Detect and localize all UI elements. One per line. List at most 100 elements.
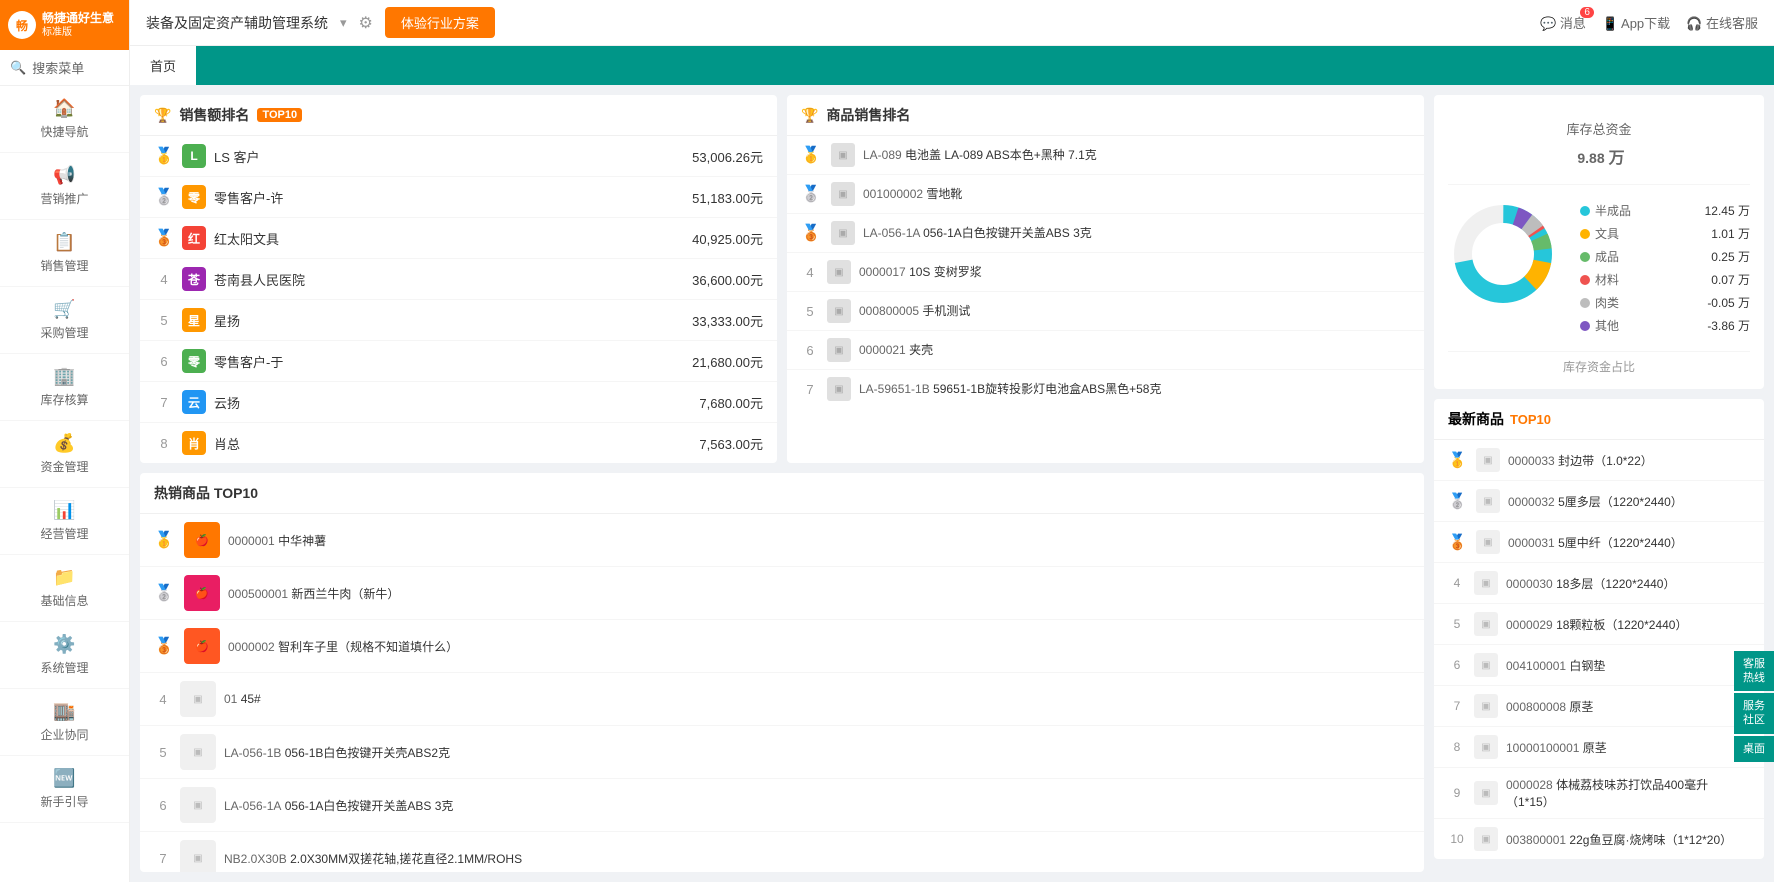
rank-number: 8 <box>154 436 174 451</box>
hot-product-info: 000500001 新西兰牛肉（新牛） <box>228 585 1410 602</box>
legend-label: 肉类 <box>1595 294 1619 311</box>
ranking-row: 8肖肖总7,563.00元 <box>140 423 777 463</box>
sidebar-item-quick-nav[interactable]: 🏠快捷导航 <box>0 86 129 153</box>
new-product-info: 0000029 18颗粒板（1220*2440） <box>1506 616 1750 633</box>
topbar-title: 装备及固定资产辅助管理系统 <box>146 13 328 33</box>
sidebar-icon-purchase: 🛒 <box>53 299 75 320</box>
topbar-gear[interactable]: ⚙ <box>359 13 373 33</box>
desktop-btn[interactable]: 桌面 <box>1734 736 1774 762</box>
donut-chart <box>1448 199 1568 319</box>
logo-icon: 畅 <box>8 11 36 39</box>
trial-btn[interactable]: 体验行业方案 <box>385 7 495 38</box>
sidebar-item-stock[interactable]: 🏢库存核算 <box>0 354 129 421</box>
newest-top-label: TOP10 <box>1510 412 1551 427</box>
legend-label: 材料 <box>1595 271 1619 288</box>
sidebar-icon-system: ⚙️ <box>53 634 75 655</box>
legend-item: 其他-3.86 万 <box>1580 314 1750 337</box>
stock-title: 库存总资金 <box>1448 119 1750 138</box>
rank-number: 5 <box>154 313 174 328</box>
sidebar-item-sales[interactable]: 📋销售管理 <box>0 220 129 287</box>
new-product-img: ▣ <box>1474 827 1498 851</box>
newest-title: 最新商品 <box>1448 409 1504 429</box>
rank-number: 6 <box>154 354 174 369</box>
product-thumbnail: 🍎 <box>184 575 220 611</box>
stock-total: 库存总资金 9.88万 <box>1448 109 1750 185</box>
sidebar-logo: 畅 畅捷通好生意 标准版 <box>0 0 129 50</box>
product-ranking-header: 🏆 商品销售排名 <box>787 95 1424 136</box>
trophy-icon: 🏆 <box>801 107 818 124</box>
sidebar-icon-corp: 🏬 <box>53 701 75 722</box>
sidebar-icon-marketing: 📢 <box>53 165 75 186</box>
rank-amount: 7,680.00元 <box>699 393 763 412</box>
message-btn[interactable]: 💬 消息 6 <box>1540 13 1586 32</box>
ranking-row: 4苍苍南县人民医院36,600.00元 <box>140 259 777 300</box>
product-row: 5▣000800005 手机测试 <box>787 292 1424 331</box>
hot-product-row: 7▣NB2.0X30B 2.0X30MM双搓花轴,搓花直径2.1MM/ROHS <box>140 832 1424 872</box>
rank-number: 5 <box>154 745 172 760</box>
customer-service-btn[interactable]: 客服热线 <box>1734 651 1774 692</box>
rank-number: 6 <box>801 343 819 358</box>
online-service-btn[interactable]: 🎧 在线客服 <box>1686 13 1758 32</box>
sidebar-item-marketing[interactable]: 📢营销推广 <box>0 153 129 220</box>
sidebar-label-guide: 新手引导 <box>40 793 88 810</box>
new-product-info: 004100001 白钢垫 <box>1506 657 1750 674</box>
rank-amount: 53,006.26元 <box>692 147 763 166</box>
rank-number: 9 <box>1448 786 1466 800</box>
sidebar-item-finance[interactable]: 💰资金管理 <box>0 421 129 488</box>
legend-label: 文具 <box>1595 225 1619 242</box>
legend-dot <box>1580 321 1590 331</box>
rank-number: 5 <box>1448 617 1466 631</box>
medal-icon: 🥈 <box>801 184 823 204</box>
hot-product-row: 6 ▣ LA-056-1A 056-1A白色按键开关盖ABS 3克 <box>140 779 1424 832</box>
rank-number: 7 <box>801 382 819 397</box>
rank-number: 4 <box>154 692 172 707</box>
rank-avatar: 肖 <box>182 431 206 455</box>
legend-item: 成品 0.25 万 <box>1580 245 1750 268</box>
sidebar-item-purchase[interactable]: 🛒采购管理 <box>0 287 129 354</box>
sidebar-item-corp[interactable]: 🏬 企业协同 <box>0 689 129 756</box>
service-community-btn[interactable]: 服务社区 <box>1734 693 1774 734</box>
medal-icon: 🥉 <box>1448 533 1468 551</box>
legend-value: 0.07 万 <box>1711 271 1750 288</box>
new-product-info: 0000033 封边带（1.0*22） <box>1508 452 1750 469</box>
product-row: 🥉▣LA-056-1A 056-1A白色按键开关盖ABS 3克 <box>787 214 1424 253</box>
sidebar-search[interactable]: 🔍 搜索菜单 <box>0 50 129 86</box>
hot-products-header: 热销商品 TOP10 <box>140 473 1424 514</box>
ranking-icon: 🏆 <box>154 107 171 124</box>
sidebar-item-system[interactable]: ⚙️系统管理 <box>0 622 129 689</box>
sidebar-item-operation[interactable]: 📊经营管理 <box>0 488 129 555</box>
legend-dot <box>1580 298 1590 308</box>
legend-item: 肉类-0.05 万 <box>1580 291 1750 314</box>
tab-home[interactable]: 首页 <box>130 46 196 85</box>
rank-number: 4 <box>801 265 819 280</box>
rank-number: 6 <box>154 798 172 813</box>
legend-value: 0.25 万 <box>1711 248 1750 265</box>
new-product-img: ▣ <box>1474 735 1498 759</box>
newest-row: 7▣000800008 原茎 <box>1434 686 1764 727</box>
product-placeholder: ▣ <box>180 734 216 770</box>
sidebar-item-guide[interactable]: 🆕新手引导 <box>0 756 129 823</box>
sidebar-item-base[interactable]: 📁基础信息 <box>0 555 129 622</box>
sidebar-icon-sales: 📋 <box>53 232 75 253</box>
legend-label: 成品 <box>1595 248 1619 265</box>
product-img: ▣ <box>827 377 851 401</box>
legend-item: 文具 1.01 万 <box>1580 222 1750 245</box>
rank-name: LS 客户 <box>214 147 684 166</box>
legend-value: 1.01 万 <box>1711 225 1750 242</box>
hot-product-info: LA-056-1A 056-1A白色按键开关盖ABS 3克 <box>224 797 1410 814</box>
rank-amount: 21,680.00元 <box>692 352 763 371</box>
product-placeholder: ▣ <box>180 787 216 823</box>
rank-number: 7 <box>154 851 172 866</box>
sidebar-label-stock: 库存核算 <box>40 391 88 408</box>
stock-value: 9.88万 <box>1448 138 1750 170</box>
legend-item: 半成品12.45 万 <box>1580 199 1750 222</box>
hot-product-row: 🥇🍎0000001 中华神薯 <box>140 514 1424 567</box>
hot-product-info: 0000002 智利车子里（规格不知道填什么） <box>228 638 1410 655</box>
app-download-btn[interactable]: 📱 App下载 <box>1602 13 1670 32</box>
new-product-img: ▣ <box>1474 694 1498 718</box>
new-product-info: 0000028 体械荔枝味苏打饮品400毫升（1*15） <box>1506 776 1750 810</box>
stock-panel: 库存总资金 9.88万 半成品12.45 万文具 1.01 万成品 0.25 万材料… <box>1434 95 1764 389</box>
newest-header: 最新商品 TOP10 <box>1434 399 1764 440</box>
sidebar-label-quick-nav: 快捷导航 <box>40 123 88 140</box>
sidebar-label-corp: 企业协同 <box>40 726 88 743</box>
